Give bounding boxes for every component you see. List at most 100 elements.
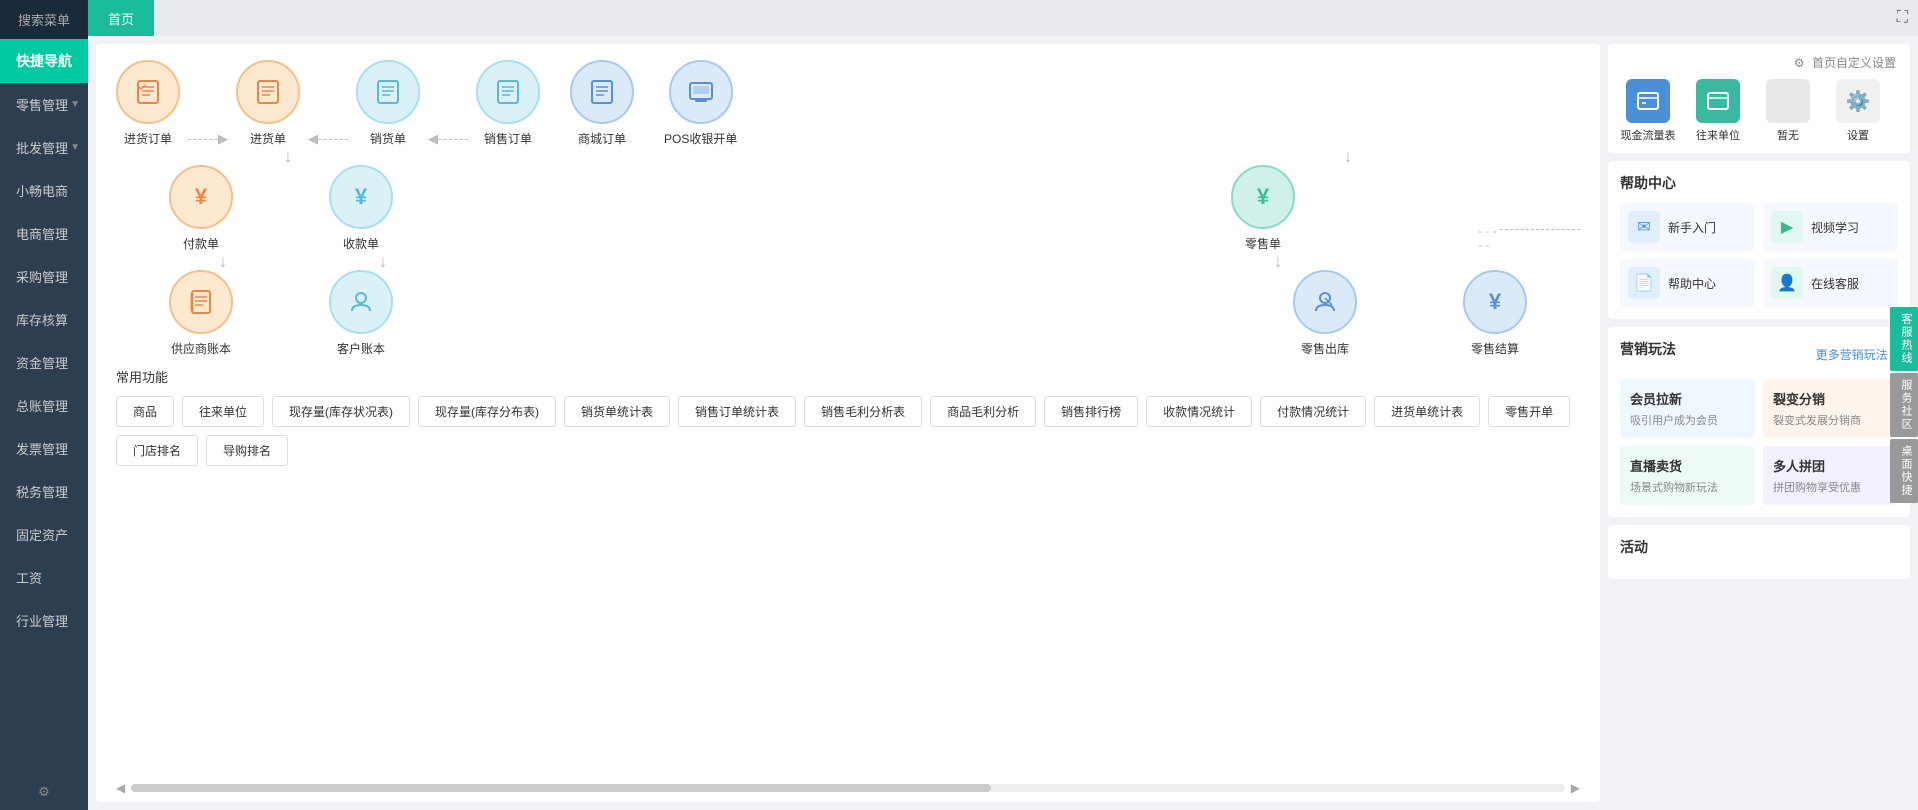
empty-label: 暂无 bbox=[1777, 127, 1799, 143]
video-icon: ▶ bbox=[1771, 211, 1803, 243]
gear-small-icon: ⚙ bbox=[1794, 56, 1805, 70]
btn-retail-order[interactable]: 零售开单 bbox=[1488, 396, 1570, 427]
customer-book-label: 客户账本 bbox=[337, 340, 385, 357]
help-item-help[interactable]: 📄 帮助中心 bbox=[1620, 259, 1755, 307]
btn-stock-dist[interactable]: 现存量(库存分布表) bbox=[418, 396, 556, 427]
retail-icon: ¥ bbox=[1231, 165, 1295, 229]
sidebar-item-finance[interactable]: 资金管理 bbox=[0, 341, 88, 384]
mkt-group[interactable]: 多人拼团 拼团购物享受优惠 bbox=[1763, 446, 1898, 505]
sidebar-item-wholesale[interactable]: 批发管理 ▼ bbox=[0, 126, 88, 169]
btn-receipt-stat[interactable]: 收款情况统计 bbox=[1146, 396, 1252, 427]
btn-sales-rank[interactable]: 销售排行榜 bbox=[1044, 396, 1138, 427]
retail-out-label: 零售出库 bbox=[1301, 340, 1349, 357]
flow-node-retail-settle[interactable]: ¥ 零售结算 bbox=[1440, 270, 1550, 357]
marketing-more-button[interactable]: 更多营销玩法 > bbox=[1816, 346, 1898, 363]
mkt-group-desc: 拼团购物享受优惠 bbox=[1773, 479, 1888, 495]
mkt-live-title: 直播卖货 bbox=[1630, 456, 1745, 475]
sidebar-item-industry[interactable]: 行业管理 bbox=[0, 599, 88, 642]
btn-order-stat[interactable]: 销售订单统计表 bbox=[678, 396, 796, 427]
arrow-4-3: ◀ bbox=[420, 131, 476, 147]
sidebar-item-invoice[interactable]: 发票管理 bbox=[0, 427, 88, 470]
btn-payment-stat[interactable]: 付款情况统计 bbox=[1260, 396, 1366, 427]
tab-home[interactable]: 首页 bbox=[88, 0, 154, 36]
float-desktop-button[interactable]: 桌面快捷 bbox=[1890, 439, 1918, 503]
qa-partner[interactable]: 往来单位 bbox=[1688, 79, 1748, 143]
float-community-button[interactable]: 服务社区 bbox=[1890, 373, 1918, 437]
help-item-service[interactable]: 👤 在线客服 bbox=[1763, 259, 1898, 307]
btn-goods-margin[interactable]: 商品毛利分析 bbox=[930, 396, 1036, 427]
scrollbar-track[interactable] bbox=[131, 784, 1565, 792]
sidebar-item-tax[interactable]: 税务管理 bbox=[0, 470, 88, 513]
pos-icon bbox=[669, 60, 733, 124]
qa-cashflow[interactable]: 现金流量表 bbox=[1618, 79, 1678, 143]
scroll-left-button[interactable]: ◀ bbox=[116, 781, 125, 795]
sidebar-item-ecom-small[interactable]: 小畅电商 bbox=[0, 169, 88, 212]
common-functions: 常用功能 商品 往来单位 现存量(库存状况表) 现存量(库存分布表) 销货单统计… bbox=[96, 357, 1600, 774]
scroll-right-button[interactable]: ▶ bbox=[1571, 781, 1580, 795]
flow-node-payment[interactable]: ¥ 付款单 bbox=[146, 165, 256, 252]
btn-goods[interactable]: 商品 bbox=[116, 396, 174, 427]
btn-stock-status[interactable]: 现存量(库存状况表) bbox=[272, 396, 410, 427]
payment-label: 付款单 bbox=[183, 235, 219, 252]
qa-settings[interactable]: ⚙️ 设置 bbox=[1828, 79, 1888, 143]
mall-order-label: 商城订单 bbox=[578, 130, 626, 147]
flow-node-supplier-book[interactable]: 供应商账本 bbox=[146, 270, 256, 357]
mkt-fission-title: 裂变分销 bbox=[1773, 389, 1888, 408]
sales-icon bbox=[356, 60, 420, 124]
flow-node-purchase-order[interactable]: 进货订单 bbox=[116, 60, 180, 147]
activity-title: 活动 bbox=[1620, 537, 1898, 557]
flow-node-mall-order[interactable]: 商城订单 bbox=[570, 60, 634, 147]
marketing-grid: 会员拉新 吸引用户成为会员 裂变分销 裂变式发展分销商 直播卖货 场景式购物新玩… bbox=[1620, 379, 1898, 505]
help-item-video[interactable]: ▶ 视频学习 bbox=[1763, 203, 1898, 251]
purchase-label: 进货单 bbox=[250, 130, 286, 147]
flow-node-sales[interactable]: 销货单 bbox=[356, 60, 420, 147]
service-icon: 👤 bbox=[1771, 267, 1803, 299]
flow-node-retail[interactable]: ¥ 零售单 bbox=[1208, 165, 1318, 252]
content-row: 进货订单 ▶ 进货单 ◀ bbox=[88, 36, 1918, 810]
beginner-label: 新手入门 bbox=[1668, 219, 1716, 236]
flow-node-receipt[interactable]: ¥ 收款单 bbox=[306, 165, 416, 252]
btn-store-rank[interactable]: 门店排名 bbox=[116, 435, 198, 466]
mkt-member[interactable]: 会员拉新 吸引用户成为会员 bbox=[1620, 379, 1755, 438]
sidebar-settings[interactable]: ⚙ bbox=[0, 774, 88, 810]
chevron-down-icon: ▼ bbox=[70, 99, 80, 110]
mkt-fission[interactable]: 裂变分销 裂变式发展分销商 bbox=[1763, 379, 1898, 438]
sidebar-item-assets[interactable]: 固定资产 bbox=[0, 513, 88, 556]
flow-diagram: 进货订单 ▶ 进货单 ◀ bbox=[96, 44, 1600, 357]
btn-sales-margin[interactable]: 销售毛利分析表 bbox=[804, 396, 922, 427]
cashflow-icon bbox=[1626, 79, 1670, 123]
sidebar-item-retail[interactable]: 零售管理 ▼ bbox=[0, 83, 88, 126]
sidebar-item-salary[interactable]: 工资 bbox=[0, 556, 88, 599]
float-service-button[interactable]: 客服热线 bbox=[1890, 307, 1918, 371]
mkt-live[interactable]: 直播卖货 场景式购物新玩法 bbox=[1620, 446, 1755, 505]
sidebar-item-purchase[interactable]: 采购管理 bbox=[0, 255, 88, 298]
sidebar-item-inventory[interactable]: 库存核算 bbox=[0, 298, 88, 341]
flow-node-sales-order[interactable]: 销售订单 bbox=[476, 60, 540, 147]
flow-node-pos[interactable]: POS收银开单 bbox=[664, 60, 737, 147]
flow-node-retail-out[interactable]: 零售出库 bbox=[1270, 270, 1380, 357]
expand-button[interactable]: ⛶ bbox=[1887, 0, 1918, 36]
left-panel: 进货订单 ▶ 进货单 ◀ bbox=[96, 44, 1600, 802]
help-item-beginner[interactable]: ✉ 新手入门 bbox=[1620, 203, 1755, 251]
flow-node-purchase[interactable]: 进货单 bbox=[236, 60, 300, 147]
customize-settings[interactable]: ⚙ 首页自定义设置 bbox=[1618, 54, 1900, 71]
common-functions-grid: 商品 往来单位 现存量(库存状况表) 现存量(库存分布表) 销货单统计表 销售订… bbox=[116, 396, 1580, 466]
qa-empty[interactable]: 暂无 bbox=[1758, 79, 1818, 143]
sidebar-nav[interactable]: 快捷导航 bbox=[0, 39, 88, 83]
btn-guide-rank[interactable]: 导购排名 bbox=[206, 435, 288, 466]
help-doc-label: 帮助中心 bbox=[1668, 275, 1716, 292]
scrollbar: ◀ ▶ bbox=[96, 774, 1600, 802]
empty-icon bbox=[1766, 79, 1810, 123]
main-area: 首页 ⛶ 进货订单 ▶ bbox=[88, 0, 1918, 810]
marketing-title: 营销玩法 bbox=[1620, 339, 1676, 359]
btn-sales-stat[interactable]: 销货单统计表 bbox=[564, 396, 670, 427]
receipt-icon: ¥ bbox=[329, 165, 393, 229]
flow-node-customer-book[interactable]: 客户账本 bbox=[306, 270, 416, 357]
activity: 活动 bbox=[1608, 525, 1910, 579]
btn-purchase-stat[interactable]: 进货单统计表 bbox=[1374, 396, 1480, 427]
retail-settle-icon: ¥ bbox=[1463, 270, 1527, 334]
sidebar-search[interactable]: 搜索菜单 bbox=[0, 0, 88, 39]
sidebar-item-ledger[interactable]: 总账管理 bbox=[0, 384, 88, 427]
sidebar-item-ecom[interactable]: 电商管理 bbox=[0, 212, 88, 255]
btn-partner[interactable]: 往来单位 bbox=[182, 396, 264, 427]
